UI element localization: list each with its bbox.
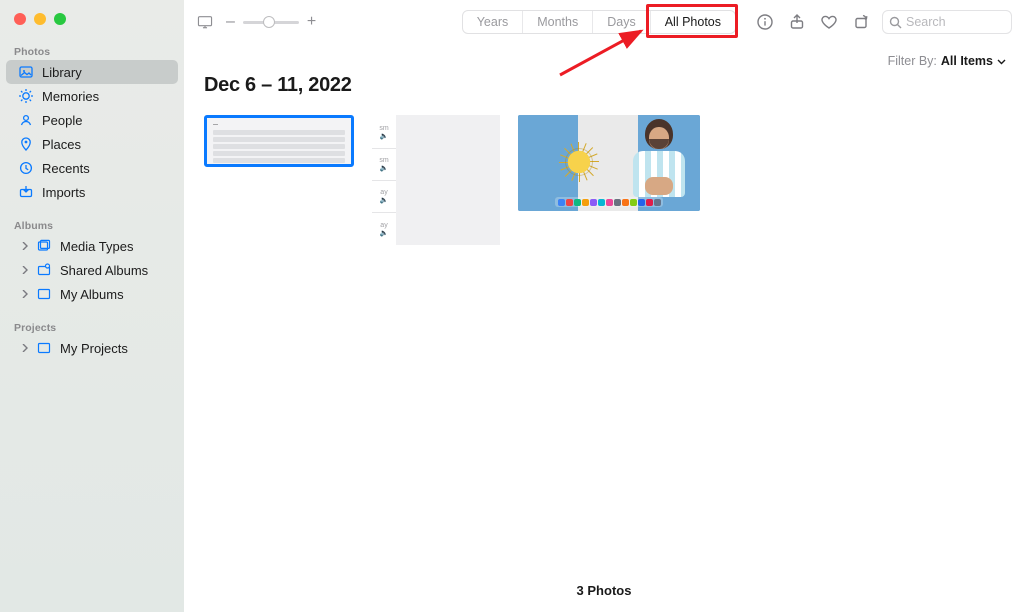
sidebar: Photos Library Memories People Places Re… bbox=[0, 0, 184, 612]
sidebar-item-my-projects[interactable]: My Projects bbox=[6, 336, 178, 360]
album-stack-icon bbox=[36, 238, 52, 254]
chevron-down-icon bbox=[997, 57, 1006, 66]
speaker-icon: 🔈 bbox=[380, 229, 389, 237]
segment-label: Months bbox=[537, 15, 578, 29]
sidebar-item-label: People bbox=[42, 113, 82, 128]
sidebar-section-photos: Photos bbox=[0, 38, 184, 60]
person-portrait bbox=[624, 119, 694, 205]
sidebar-item-label: Memories bbox=[42, 89, 99, 104]
sidebar-section-projects: Projects bbox=[0, 314, 184, 336]
sidebar-item-label: Recents bbox=[42, 161, 90, 176]
segment-months[interactable]: Months bbox=[523, 11, 593, 33]
thumbnail-side-labels: sm🔈 sm🔈 ay🔈 ay🔈 bbox=[372, 115, 396, 247]
places-icon bbox=[18, 136, 34, 152]
sidebar-item-label: Shared Albums bbox=[60, 263, 148, 278]
window-close-button[interactable] bbox=[14, 13, 26, 25]
segment-label: Days bbox=[607, 15, 635, 29]
zoom-track[interactable] bbox=[243, 21, 299, 24]
photo-thumbnail[interactable]: sm🔈 sm🔈 ay🔈 ay🔈 bbox=[372, 115, 500, 247]
search-icon bbox=[889, 16, 902, 29]
rotate-icon[interactable] bbox=[852, 13, 870, 31]
sidebar-item-my-albums[interactable]: My Albums bbox=[6, 282, 178, 306]
chevron-right-icon bbox=[18, 341, 32, 355]
sidebar-item-label: Imports bbox=[42, 185, 85, 200]
photo-count-text: 3 Photos bbox=[577, 583, 632, 598]
sidebar-item-library[interactable]: Library bbox=[6, 60, 178, 84]
sidebar-item-label: My Albums bbox=[60, 287, 124, 302]
speaker-icon: 🔈 bbox=[380, 196, 389, 204]
photo-library-icon bbox=[18, 64, 34, 80]
zoom-slider[interactable]: – + bbox=[226, 13, 316, 31]
segment-label: All Photos bbox=[665, 15, 721, 29]
window-fullscreen-button[interactable] bbox=[54, 13, 66, 25]
speaker-icon: 🔈 bbox=[380, 132, 389, 140]
photo-thumbnail-selected[interactable]: — bbox=[204, 115, 354, 167]
recents-icon bbox=[18, 160, 34, 176]
filter-by-label: Filter By: bbox=[888, 54, 937, 68]
date-heading: Dec 6 – 11, 2022 bbox=[204, 74, 1004, 97]
sidebar-item-shared-albums[interactable]: Shared Albums bbox=[6, 258, 178, 282]
sidebar-item-label: Library bbox=[42, 65, 82, 80]
photo-grid: Dec 6 – 11, 2022 — sm🔈 sm🔈 ay🔈 ay🔈 bbox=[184, 68, 1024, 247]
sm-text: ay bbox=[380, 222, 387, 229]
share-icon[interactable] bbox=[788, 13, 806, 31]
sun-of-may-icon bbox=[566, 149, 592, 175]
sm-text: sm bbox=[379, 157, 388, 164]
memories-icon bbox=[18, 88, 34, 104]
album-icon bbox=[36, 286, 52, 302]
sm-text: ay bbox=[380, 189, 387, 196]
window-controls bbox=[0, 0, 184, 38]
speaker-icon: 🔈 bbox=[380, 164, 389, 172]
macos-dock bbox=[555, 197, 663, 207]
segment-years[interactable]: Years bbox=[463, 11, 524, 33]
zoom-out-label: – bbox=[226, 13, 235, 31]
toolbar-search[interactable] bbox=[882, 10, 1012, 34]
segment-all-photos[interactable]: All Photos bbox=[651, 11, 735, 33]
sidebar-item-media-types[interactable]: Media Types bbox=[6, 234, 178, 258]
sidebar-item-label: Places bbox=[42, 137, 81, 152]
view-segmented-control: Years Months Days All Photos bbox=[462, 10, 736, 34]
zoom-in-label: + bbox=[307, 13, 316, 31]
chevron-right-icon bbox=[18, 287, 32, 301]
sidebar-item-memories[interactable]: Memories bbox=[6, 84, 178, 108]
filter-by-value: All Items bbox=[941, 54, 993, 68]
segment-days[interactable]: Days bbox=[593, 11, 650, 33]
sidebar-item-places[interactable]: Places bbox=[6, 132, 178, 156]
sidebar-item-people[interactable]: People bbox=[6, 108, 178, 132]
sidebar-item-label: My Projects bbox=[60, 341, 128, 356]
sm-text: sm bbox=[379, 125, 388, 132]
toolbar: – + Years Months Days All Photos bbox=[184, 0, 1024, 44]
imports-icon bbox=[18, 184, 34, 200]
sidebar-item-imports[interactable]: Imports bbox=[6, 180, 178, 204]
people-icon bbox=[18, 112, 34, 128]
display-toggle-icon[interactable] bbox=[196, 13, 214, 31]
chevron-right-icon bbox=[18, 239, 32, 253]
shared-album-icon bbox=[36, 262, 52, 278]
window-minimize-button[interactable] bbox=[34, 13, 46, 25]
photo-count-footer: 3 Photos bbox=[184, 583, 1024, 598]
main-area: – + Years Months Days All Photos Filter … bbox=[184, 0, 1024, 612]
sidebar-section-albums: Albums bbox=[0, 212, 184, 234]
info-icon[interactable] bbox=[756, 13, 774, 31]
chevron-right-icon bbox=[18, 263, 32, 277]
sidebar-item-label: Media Types bbox=[60, 239, 133, 254]
search-input[interactable] bbox=[906, 15, 1005, 29]
sidebar-item-recents[interactable]: Recents bbox=[6, 156, 178, 180]
projects-icon bbox=[36, 340, 52, 356]
photo-thumbnail-image bbox=[396, 115, 500, 245]
segment-label: Years bbox=[477, 15, 509, 29]
favorite-icon[interactable] bbox=[820, 13, 838, 31]
zoom-thumb[interactable] bbox=[263, 16, 275, 28]
filter-by-control[interactable]: Filter By: All Items bbox=[184, 44, 1024, 68]
photo-thumbnail[interactable] bbox=[518, 115, 700, 211]
